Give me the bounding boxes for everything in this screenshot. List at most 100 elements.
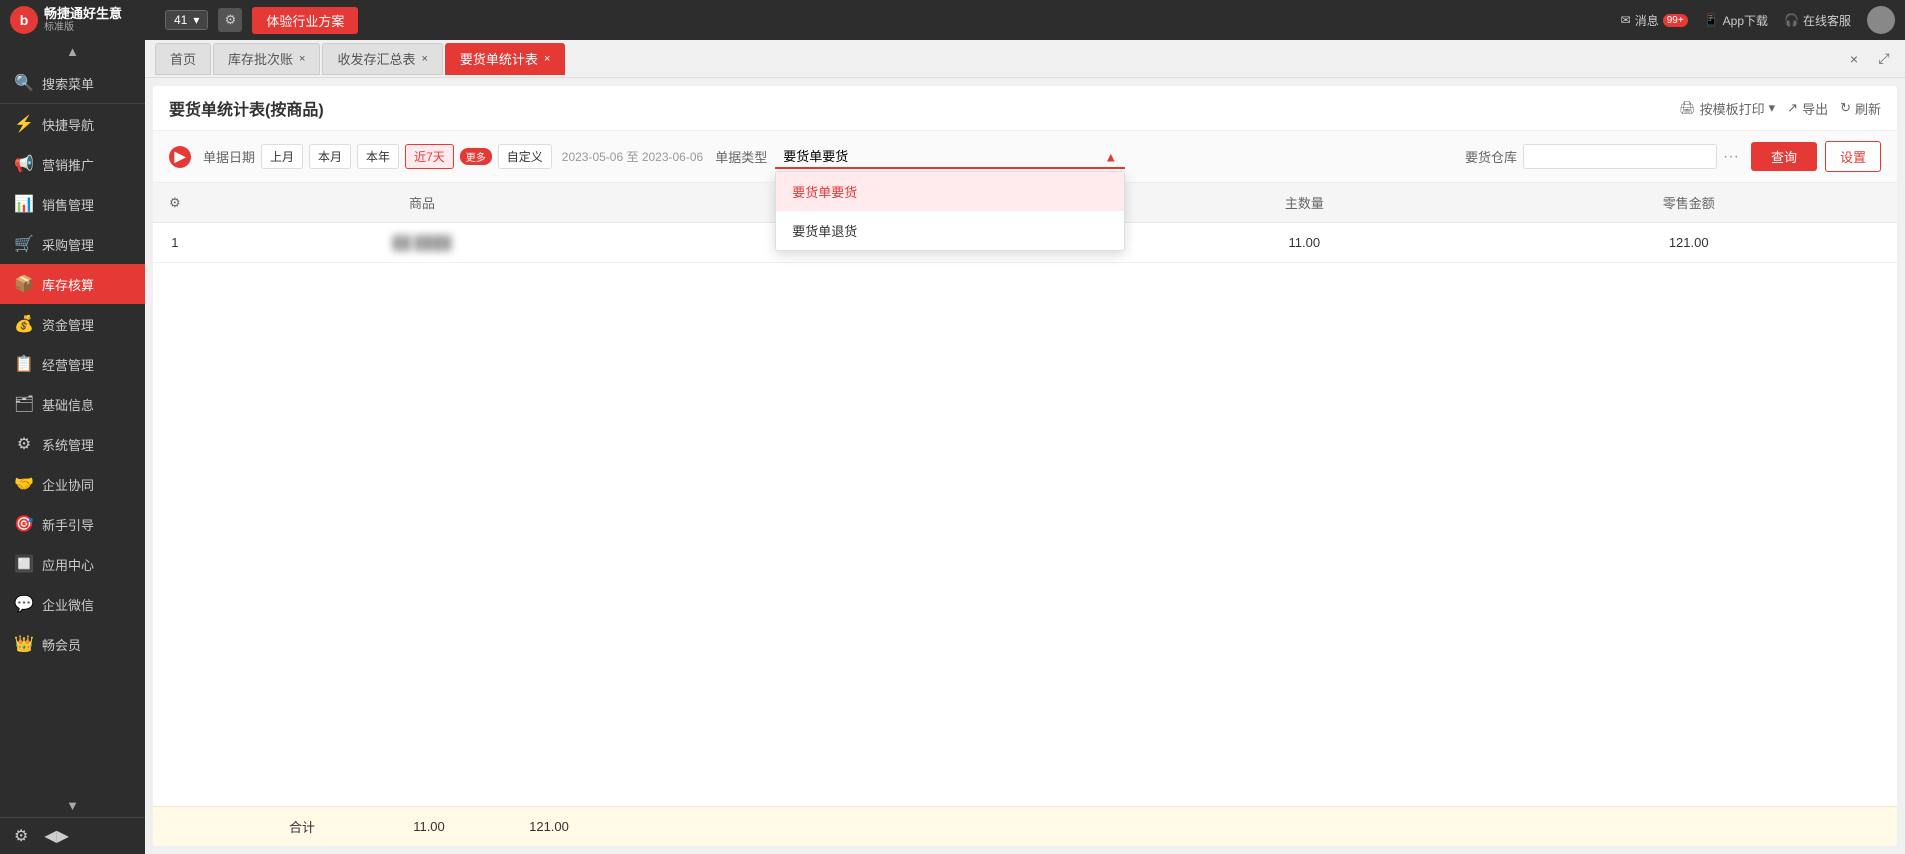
purchase-icon: 🛒 — [14, 234, 34, 254]
message-button[interactable]: ✉ 消息 99+ — [1621, 12, 1688, 29]
date-last-7days-button[interactable]: 近7天 — [405, 144, 454, 169]
close-requisition-icon[interactable]: × — [544, 53, 550, 65]
tab-bar: 首页 库存批次账 × 收发存汇总表 × 要货单统计表 × × ⤢ — [145, 40, 1905, 78]
sidebar-item-label: 快捷导航 — [42, 115, 94, 134]
sidebar-item-app-center[interactable]: 🔲 应用中心 — [0, 544, 145, 584]
col-settings[interactable]: ⚙ — [153, 183, 197, 223]
logo-text: 畅捷通好生意 标准版 — [44, 6, 122, 34]
sidebar-item-enterprise[interactable]: 🤝 企业协同 — [0, 464, 145, 504]
online-service-button[interactable]: 🎧 在线客服 — [1784, 12, 1851, 29]
sidebar-scroll-up[interactable]: ▲ — [0, 40, 145, 63]
tab-home-label: 首页 — [170, 49, 196, 68]
refresh-label: 刷新 — [1855, 99, 1881, 118]
sidebar-item-purchase[interactable]: 🛒 采购管理 — [0, 224, 145, 264]
avatar[interactable] — [1867, 6, 1895, 34]
sidebar-item-label: 搜索菜单 — [42, 74, 94, 93]
date-this-month-button[interactable]: 本月 — [309, 144, 351, 169]
sidebar-item-system[interactable]: ⚙ 系统管理 — [0, 424, 145, 464]
content-area: 首页 库存批次账 × 收发存汇总表 × 要货单统计表 × × ⤢ 要货 — [145, 40, 1905, 854]
tab-requisition[interactable]: 要货单统计表 × — [445, 43, 565, 75]
type-select-input[interactable] — [775, 144, 1125, 169]
sidebar-settings-icon[interactable]: ⚙ — [14, 826, 28, 846]
message-icon: ✉ — [1621, 13, 1631, 27]
filter-expand-button[interactable]: ▶ — [169, 146, 191, 168]
date-last-month-button[interactable]: 上月 — [261, 144, 303, 169]
sidebar-item-label: 企业微信 — [42, 595, 94, 614]
page-actions: 🖨 按模板打印 ▾ ↗ 导出 ↻ 刷新 — [1679, 99, 1881, 118]
close-receive-send-icon[interactable]: × — [421, 53, 427, 65]
basic-info-icon: 🗂 — [14, 394, 34, 414]
col-quantity: 主数量 — [1128, 183, 1480, 223]
dropdown-item-requisition[interactable]: 要货单要货 — [776, 172, 1124, 211]
date-filter-label: 单据日期 — [203, 147, 255, 166]
warehouse-select-input[interactable] — [1523, 144, 1717, 169]
header-middle: 41 ▾ ⚙ 体验行业方案 — [155, 7, 1621, 34]
sidebar-item-label: 销售管理 — [42, 195, 94, 214]
print-label: 按模板打印 — [1700, 99, 1765, 118]
sidebar-item-sales[interactable]: 📊 销售管理 — [0, 184, 145, 224]
date-this-year-button[interactable]: 本年 — [357, 144, 399, 169]
print-icon: 🖨 — [1679, 100, 1696, 116]
store-selector[interactable]: 41 ▾ — [165, 10, 208, 30]
close-inventory-batch-icon[interactable]: × — [299, 53, 305, 65]
sidebar-item-inventory[interactable]: 📦 库存核算 — [0, 264, 145, 304]
logo-icon: b — [10, 6, 38, 34]
settings-gear-button[interactable]: ⚙ — [218, 8, 242, 32]
sidebar-item-basic-info[interactable]: 🗂 基础信息 — [0, 384, 145, 424]
sidebar-scroll-down[interactable]: ▼ — [0, 794, 145, 817]
dropdown-item-return[interactable]: 要货单退货 — [776, 211, 1124, 250]
sidebar-item-guide[interactable]: 🎯 新手引导 — [0, 504, 145, 544]
sidebar-item-label: 经营管理 — [42, 355, 94, 374]
sidebar-item-label: 系统管理 — [42, 435, 94, 454]
service-icon: 🎧 — [1784, 13, 1799, 27]
message-label: 消息 — [1635, 12, 1659, 29]
footer-label: 合计 — [169, 817, 369, 836]
filter-actions: 查询 设置 — [1751, 141, 1881, 172]
finance-icon: 💰 — [14, 314, 34, 334]
date-more-badge[interactable]: 更多 — [460, 148, 492, 165]
date-custom-button[interactable]: 自定义 — [498, 144, 552, 169]
sidebar-item-finance[interactable]: 💰 资金管理 — [0, 304, 145, 344]
download-icon: 📱 — [1704, 13, 1719, 27]
sidebar-item-label: 营销推广 — [42, 155, 94, 174]
sidebar-item-search[interactable]: 🔍 搜索菜单 — [0, 63, 145, 104]
tab-inventory-batch[interactable]: 库存批次账 × — [213, 43, 320, 75]
app-version: 标准版 — [44, 22, 122, 34]
export-button[interactable]: ↗ 导出 — [1787, 99, 1828, 118]
page-content: 要货单统计表(按商品) 🖨 按模板打印 ▾ ↗ 导出 ↻ 刷新 — [153, 86, 1897, 846]
tab-requisition-label: 要货单统计表 — [460, 49, 538, 68]
refresh-button[interactable]: ↻ 刷新 — [1840, 99, 1881, 118]
sidebar-bottom: ⚙ ◀▶ — [0, 817, 145, 854]
header-right: ✉ 消息 99+ 📱 App下载 🎧 在线客服 — [1621, 6, 1895, 34]
sidebar-item-operations[interactable]: 📋 经营管理 — [0, 344, 145, 384]
filter-settings-button[interactable]: 设置 — [1825, 141, 1881, 172]
warehouse-more-icon[interactable]: ··· — [1723, 148, 1739, 166]
sidebar-item-marketing[interactable]: 📢 营销推广 — [0, 144, 145, 184]
tab-home[interactable]: 首页 — [155, 43, 211, 75]
export-icon: ↗ — [1787, 100, 1798, 116]
enterprise-icon: 🤝 — [14, 474, 34, 494]
close-all-tabs-button[interactable]: × — [1843, 48, 1865, 70]
app-download-label: App下载 — [1723, 12, 1768, 29]
sidebar-item-quick-nav[interactable]: ⚡ 快捷导航 — [0, 104, 145, 144]
sales-icon: 📊 — [14, 194, 34, 214]
app-download-button[interactable]: 📱 App下载 — [1704, 12, 1768, 29]
sidebar-item-label: 基础信息 — [42, 395, 94, 414]
cell-quantity[interactable]: 11.00 — [1128, 223, 1480, 263]
tab-receive-send-label: 收发存汇总表 — [337, 49, 415, 68]
tab-receive-send[interactable]: 收发存汇总表 × — [322, 43, 442, 75]
trial-button[interactable]: 体验行业方案 — [252, 7, 358, 34]
sidebar-item-member[interactable]: 👑 畅会员 — [0, 624, 145, 664]
sidebar-item-wechat[interactable]: 💬 企业微信 — [0, 584, 145, 624]
type-select-wrapper: ▲ 要货单要货 要货单退货 — [775, 144, 1125, 169]
sidebar-toggle-icon[interactable]: ◀▶ — [44, 826, 69, 846]
expand-tab-button[interactable]: ⤢ — [1873, 48, 1895, 70]
inventory-icon: 📦 — [14, 274, 34, 294]
query-button[interactable]: 查询 — [1751, 142, 1817, 171]
footer-amount: 121.00 — [489, 819, 609, 834]
sidebar: ▲ 🔍 搜索菜单 ⚡ 快捷导航 📢 营销推广 📊 销售管理 🛒 采购管理 — [0, 40, 145, 854]
cell-product: ██ ████ — [197, 223, 648, 263]
system-icon: ⚙ — [14, 434, 34, 454]
cell-amount[interactable]: 121.00 — [1480, 223, 1897, 263]
print-template-button[interactable]: 🖨 按模板打印 ▾ — [1679, 99, 1775, 118]
